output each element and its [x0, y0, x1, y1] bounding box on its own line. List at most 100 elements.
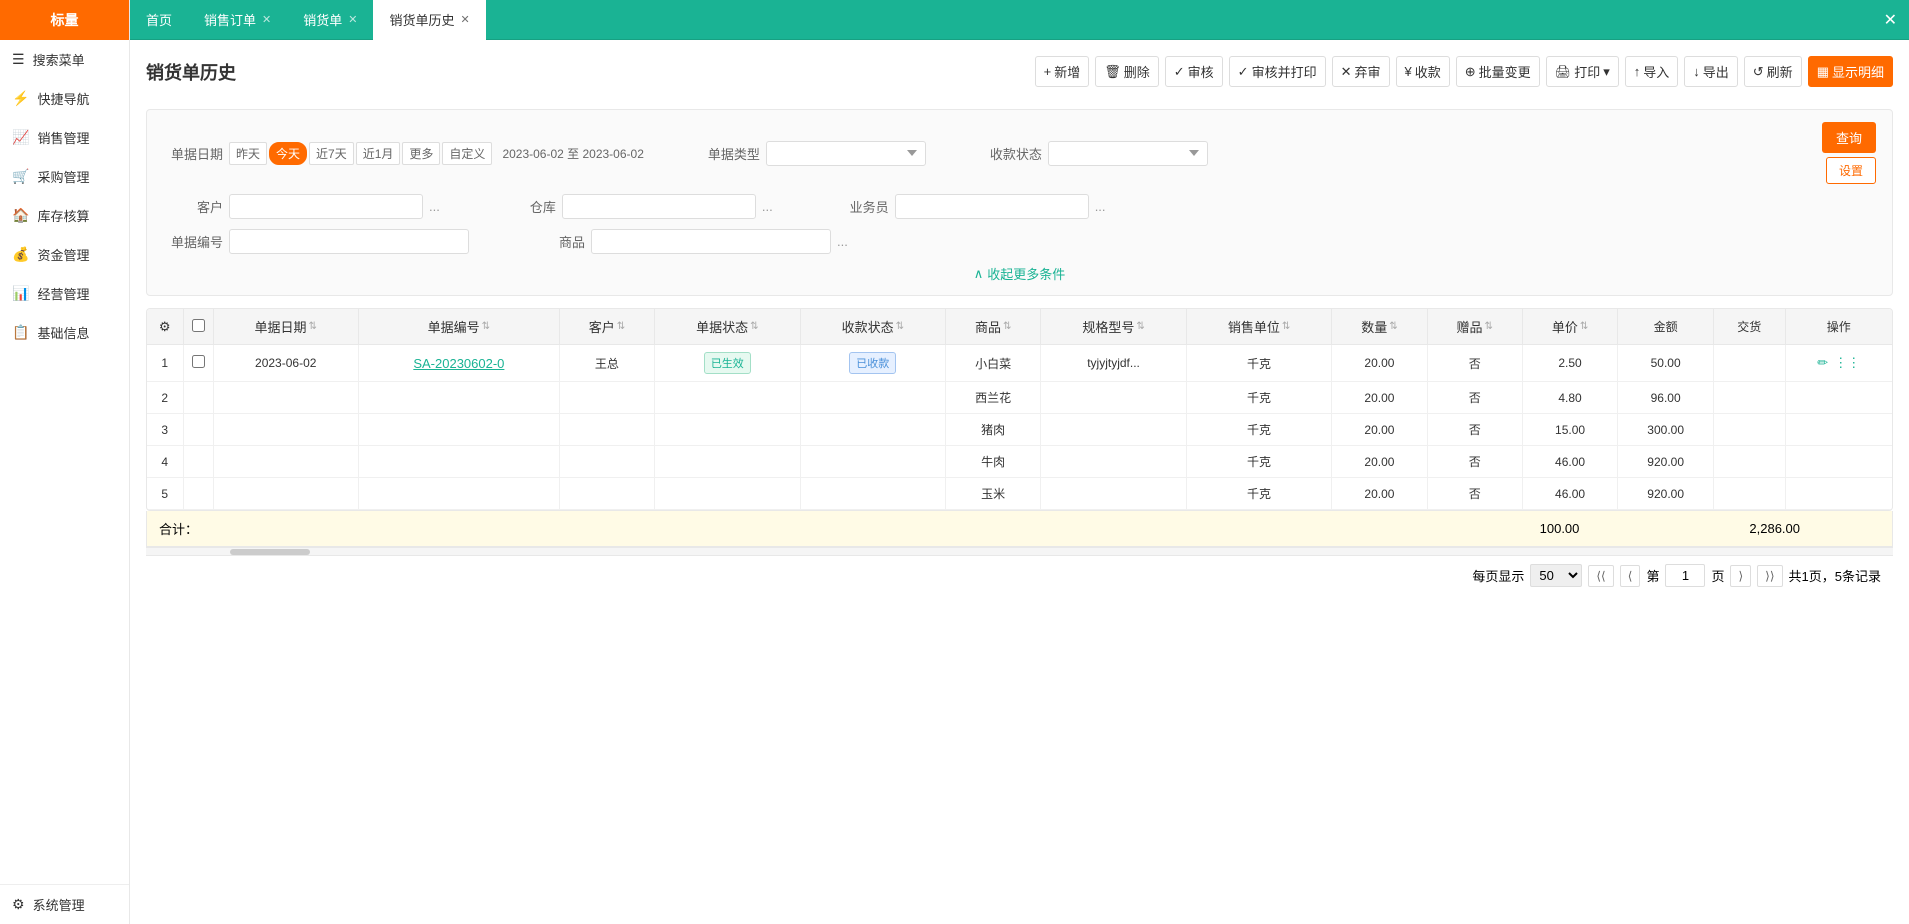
- batch-change-button[interactable]: ⊕ 批量变更: [1456, 56, 1540, 87]
- th-gift[interactable]: 赠品⇅: [1427, 309, 1522, 345]
- cell-action: [1785, 414, 1892, 446]
- cell-spec-type: [1041, 478, 1186, 510]
- sidebar-item-label-finance: 资金管理: [37, 245, 89, 264]
- cell-spec-type: [1041, 382, 1186, 414]
- th-doc-date[interactable]: 单据日期⇅: [213, 309, 358, 345]
- salesperson-filter: 业务员 ...: [829, 194, 1106, 219]
- tab-home[interactable]: 首页: [130, 0, 188, 40]
- action-more-icon[interactable]: ⋮⋮: [1834, 355, 1860, 370]
- sidebar-item-operations-mgmt[interactable]: 📊 经营管理: [0, 274, 129, 313]
- filter-setting-button[interactable]: 设置: [1826, 157, 1876, 184]
- total-row: 合计： 100.00 2,286.00: [146, 511, 1893, 547]
- audit-print-icon: ✓: [1238, 64, 1249, 80]
- close-sales-order-icon[interactable]: ✕: [262, 13, 271, 26]
- export-button[interactable]: ↓ 导出: [1684, 56, 1738, 87]
- batch-change-label: 批量变更: [1479, 62, 1531, 81]
- th-qty[interactable]: 数量⇅: [1332, 309, 1427, 345]
- doc-no-link[interactable]: SA-20230602-0: [413, 356, 504, 371]
- close-sales-goods-icon[interactable]: ✕: [348, 13, 357, 26]
- th-doc-no[interactable]: 单据编号⇅: [358, 309, 559, 345]
- refresh-button[interactable]: ↺ 刷新: [1744, 56, 1802, 87]
- date-btn-1month[interactable]: 近1月: [356, 142, 401, 165]
- warehouse-input[interactable]: [562, 194, 756, 219]
- th-spec-type[interactable]: 规格型号⇅: [1041, 309, 1186, 345]
- print-button[interactable]: 🖨 打印 ▾: [1546, 56, 1619, 87]
- show-detail-button[interactable]: ▦ 显示明细: [1808, 56, 1893, 87]
- audit-print-button[interactable]: ✓ 审核并打印: [1229, 56, 1326, 87]
- th-customer[interactable]: 客户⇅: [559, 309, 654, 345]
- abandon-button[interactable]: ✕ 弃审: [1332, 56, 1390, 87]
- refresh-label: 刷新: [1767, 62, 1793, 81]
- query-button[interactable]: 查询: [1822, 122, 1876, 153]
- inventory-icon: 🏠: [12, 207, 29, 224]
- th-settings[interactable]: ⚙: [147, 309, 183, 345]
- show-detail-label: 显示明细: [1832, 62, 1884, 81]
- cell-doc-date: [213, 446, 358, 478]
- tab-home-label: 首页: [146, 10, 172, 29]
- sidebar-item-inventory[interactable]: 🏠 库存核算: [0, 196, 129, 235]
- delete-icon: 🗑: [1104, 64, 1121, 80]
- tab-sales-order[interactable]: 销售订单 ✕: [188, 0, 287, 40]
- sidebar-item-system-mgmt[interactable]: ⚙ 系统管理: [0, 885, 129, 924]
- tab-sales-history-label: 销货单历史: [389, 10, 454, 29]
- collect-button[interactable]: ¥ 收款: [1396, 56, 1450, 87]
- tab-sales-goods[interactable]: 销货单 ✕: [287, 0, 373, 40]
- doc-no-input[interactable]: [229, 229, 469, 254]
- sort-customer-icon: ⇅: [617, 321, 625, 332]
- sidebar-item-base-info[interactable]: 📋 基础信息: [0, 313, 129, 352]
- delete-button[interactable]: 🗑 删除: [1095, 56, 1159, 87]
- cell-customer: 王总: [559, 345, 654, 382]
- horizontal-scrollbar[interactable]: [146, 547, 1893, 555]
- import-button[interactable]: ↑ 导入: [1625, 56, 1679, 87]
- th-payment-status[interactable]: 收款状态⇅: [800, 309, 945, 345]
- customer-more-icon[interactable]: ...: [429, 199, 440, 214]
- audit-button[interactable]: ✓ 审核: [1165, 56, 1223, 87]
- sidebar: 标量 ☰ 搜索菜单 ⚡ 快捷导航 📈 销售管理 🛒 采购管理 🏠 库存核算 💰 …: [0, 0, 130, 924]
- th-sales-unit[interactable]: 销售单位⇅: [1186, 309, 1331, 345]
- page-label-before: 第: [1646, 566, 1659, 585]
- th-doc-status[interactable]: 单据状态⇅: [655, 309, 800, 345]
- cell-checkbox: [183, 345, 213, 382]
- sidebar-item-quick-nav[interactable]: ⚡ 快捷导航: [0, 79, 129, 118]
- th-goods[interactable]: 商品⇅: [946, 309, 1041, 345]
- salesperson-more-icon[interactable]: ...: [1095, 199, 1106, 214]
- goods-input[interactable]: [591, 229, 831, 254]
- scroll-thumb[interactable]: [230, 549, 310, 555]
- sidebar-item-finance-mgmt[interactable]: 💰 资金管理: [0, 235, 129, 274]
- payment-status-select[interactable]: [1048, 141, 1208, 166]
- warehouse-more-icon[interactable]: ...: [762, 199, 773, 214]
- cell-action: [1785, 382, 1892, 414]
- cell-qty: 20.00: [1332, 446, 1427, 478]
- select-all-checkbox[interactable]: [192, 319, 205, 332]
- tab-sales-history[interactable]: 销货单历史 ✕: [373, 0, 485, 40]
- doc-type-select[interactable]: [766, 141, 926, 166]
- close-sales-history-icon[interactable]: ✕: [461, 13, 470, 26]
- table-settings-icon[interactable]: ⚙: [159, 319, 171, 334]
- first-page-button[interactable]: ⟨⟨: [1588, 565, 1613, 587]
- sidebar-item-search-menu[interactable]: ☰ 搜索菜单: [0, 40, 129, 79]
- action-edit-icon[interactable]: ✏: [1817, 355, 1828, 370]
- collapse-filter-button[interactable]: ∧ 收起更多条件: [163, 264, 1876, 283]
- cell-gift: 否: [1427, 446, 1522, 478]
- salesperson-input[interactable]: [895, 194, 1089, 219]
- goods-label: 商品: [525, 232, 585, 251]
- cell-payment-status: [800, 414, 945, 446]
- sidebar-item-sales-mgmt[interactable]: 📈 销售管理: [0, 118, 129, 157]
- date-btn-custom[interactable]: 自定义: [442, 142, 492, 165]
- sidebar-item-purchase-mgmt[interactable]: 🛒 采购管理: [0, 157, 129, 196]
- customer-input[interactable]: [229, 194, 423, 219]
- close-all-tabs-button[interactable]: ✕: [1872, 10, 1909, 30]
- per-page-select[interactable]: 50 100 200: [1530, 564, 1582, 587]
- last-page-button[interactable]: ⟩⟩: [1757, 565, 1782, 587]
- cell-checkbox: [183, 382, 213, 414]
- prev-page-button[interactable]: ⟨: [1620, 565, 1641, 587]
- date-btn-today[interactable]: 今天: [269, 142, 307, 165]
- date-btn-7days[interactable]: 近7天: [309, 142, 354, 165]
- date-btn-yesterday[interactable]: 昨天: [229, 142, 267, 165]
- add-button[interactable]: + 新增: [1035, 56, 1090, 87]
- date-btn-more[interactable]: 更多: [402, 142, 440, 165]
- goods-more-icon[interactable]: ...: [837, 234, 848, 249]
- th-unit-price[interactable]: 单价⇅: [1522, 309, 1617, 345]
- next-page-button[interactable]: ⟩: [1730, 565, 1751, 587]
- page-number-input[interactable]: [1665, 564, 1705, 587]
